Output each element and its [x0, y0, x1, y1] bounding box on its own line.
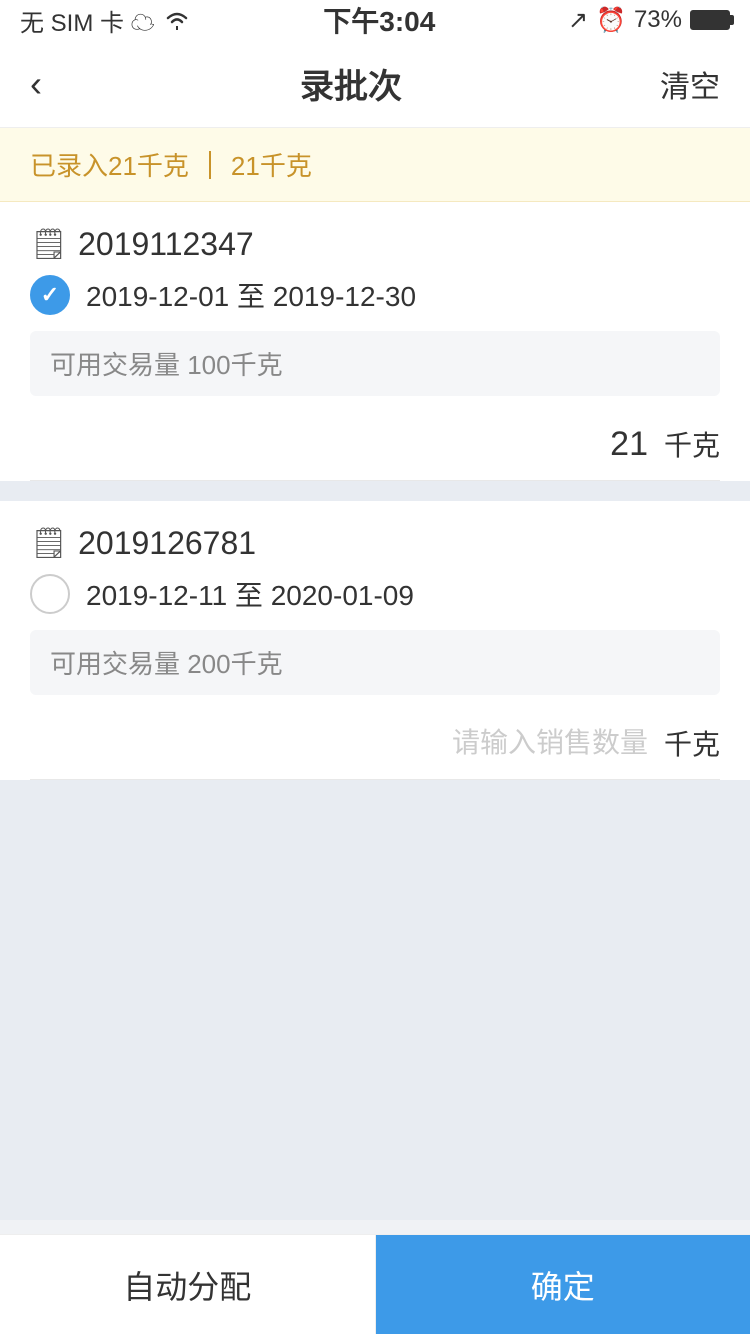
batch-id-1: 2019112347	[78, 226, 254, 263]
batch-date-row-1[interactable]: 2019-12-01 至 2019-12-30	[30, 275, 720, 315]
clear-button[interactable]: 清空	[660, 62, 720, 106]
bottom-bar: 自动分配 确定	[0, 1234, 750, 1334]
batch-date-row-2[interactable]: 2019-12-11 至 2020-01-09	[30, 574, 720, 614]
batch-date-1: 2019-12-01 至 2019-12-30	[86, 275, 416, 315]
batch-available-2: 可用交易量 200千克	[30, 630, 720, 695]
batch-available-1: 可用交易量 100千克	[30, 331, 720, 396]
batch-item-2-content: 🗒 2019126781 2019-12-11 至 2020-01-09 可用交…	[0, 501, 750, 780]
battery-icon	[690, 10, 730, 30]
empty-area	[0, 780, 750, 1220]
battery-percentage: 73%	[634, 6, 682, 34]
alarm-icon: ⏰	[596, 6, 626, 35]
sim-label: 无 SIM 卡 ☁	[20, 3, 155, 38]
summary-bar: 已录入21千克 21千克	[0, 128, 750, 202]
quantity-unit-1: 千克	[664, 424, 720, 464]
total-amount: 21千克	[231, 146, 312, 183]
location-icon: ↗	[568, 6, 588, 35]
batch-item-1: 🗒 2019112347 2019-12-01 至 2019-12-30 可用交…	[0, 202, 750, 481]
section-divider	[0, 481, 750, 501]
batch-radio-2[interactable]	[30, 574, 70, 614]
status-left: 无 SIM 卡 ☁	[20, 3, 191, 38]
batch-quantity-row-1: 21 千克	[30, 412, 720, 481]
batch-item-1-content: 🗒 2019112347 2019-12-01 至 2019-12-30 可用交…	[0, 202, 750, 481]
content-area: 已录入21千克 21千克 🗒 2019112347 2019-12-01 至 2…	[0, 128, 750, 1320]
confirm-button[interactable]: 确定	[376, 1235, 750, 1334]
batch-date-2: 2019-12-11 至 2020-01-09	[86, 574, 414, 614]
quantity-unit-2: 千克	[664, 723, 720, 763]
back-button[interactable]: ‹	[30, 63, 42, 105]
batch-radio-1[interactable]	[30, 275, 70, 315]
page-title: 录批次	[300, 59, 402, 108]
quantity-value-1: 21	[610, 425, 648, 464]
batch-doc-icon-1: 🗒	[30, 227, 68, 262]
status-bar: 无 SIM 卡 ☁ 下午3:04 ↗ ⏰ 73%	[0, 0, 750, 40]
batch-doc-icon-2: 🗒	[30, 526, 68, 561]
batch-id-row-1: 🗒 2019112347	[30, 226, 720, 263]
nav-bar: ‹ 录批次 清空	[0, 40, 750, 128]
recorded-amount: 已录入21千克	[30, 146, 189, 183]
status-time: 下午3:04	[323, 0, 435, 40]
batch-id-2: 2019126781	[78, 525, 256, 562]
summary-divider	[209, 151, 211, 179]
quantity-input-row-2[interactable]: 千克	[30, 711, 720, 780]
auto-distribute-button[interactable]: 自动分配	[0, 1235, 376, 1334]
batch-item-2: 🗒 2019126781 2019-12-11 至 2020-01-09 可用交…	[0, 501, 750, 780]
quantity-input-2[interactable]	[348, 727, 648, 759]
batch-id-row-2: 🗒 2019126781	[30, 525, 720, 562]
wifi-icon	[163, 10, 191, 30]
status-right: ↗ ⏰ 73%	[568, 6, 730, 35]
